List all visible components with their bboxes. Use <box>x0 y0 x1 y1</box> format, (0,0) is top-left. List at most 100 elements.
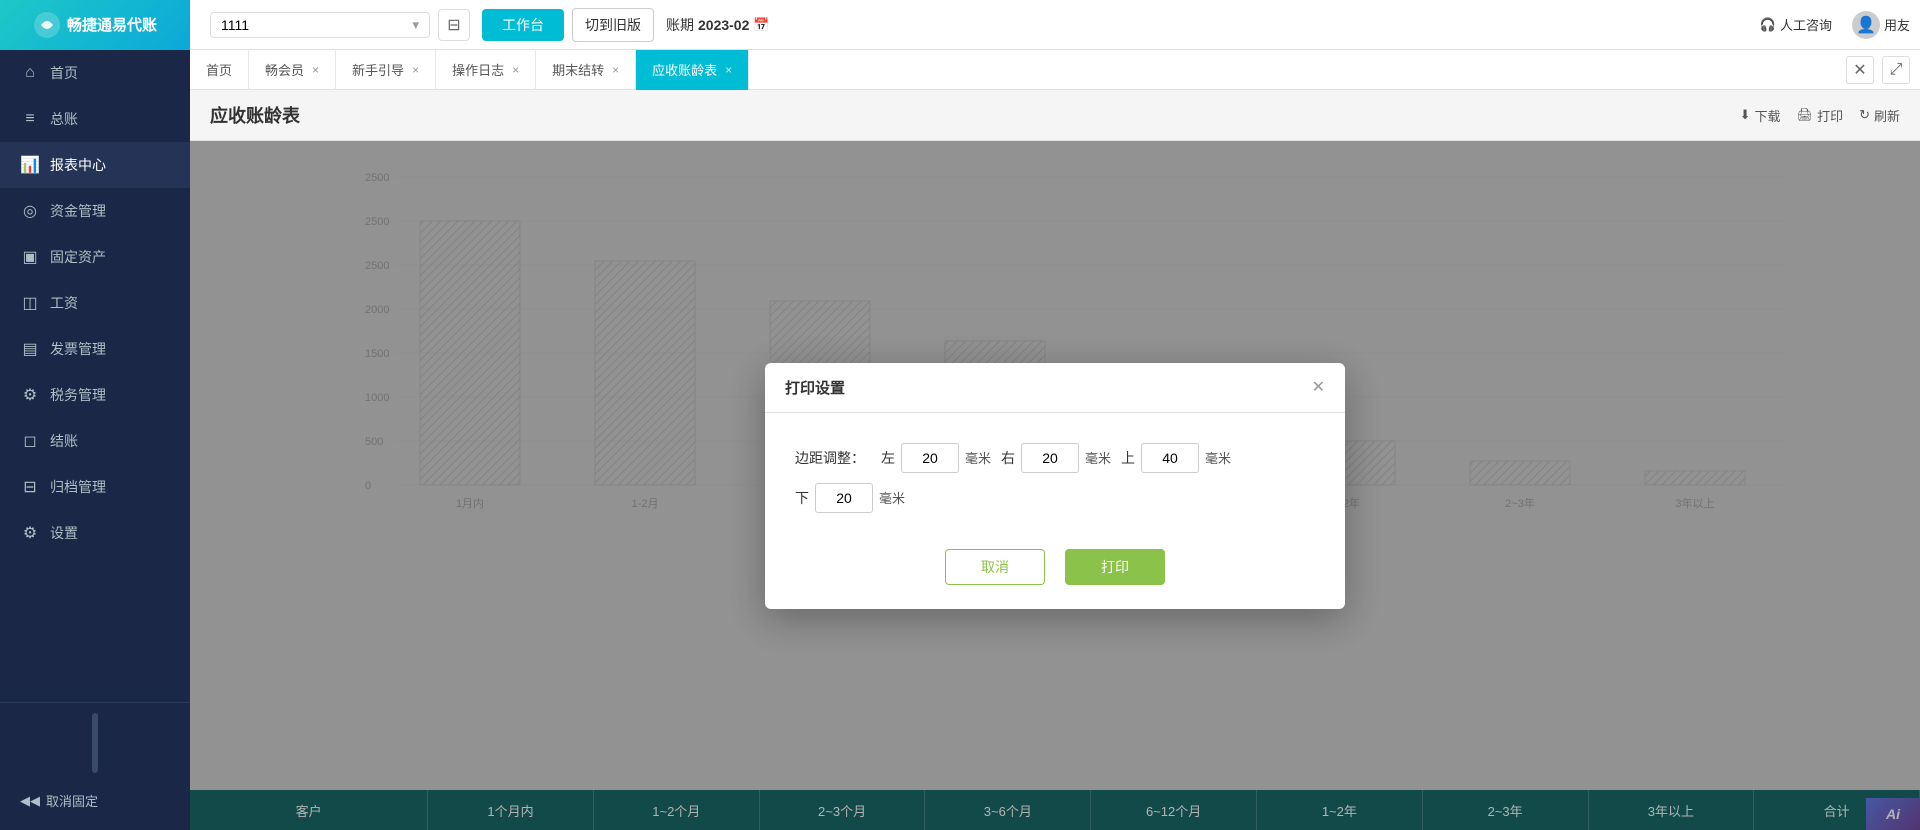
sidebar-item-closeout[interactable]: ◻ 结账 <box>0 418 190 464</box>
page-header: 应收账龄表 ⬇ 下载 🖨 打印 ↻ 刷新 <box>190 90 1920 141</box>
tab-close-membership[interactable]: × <box>312 63 319 77</box>
collapse-button[interactable]: ◀◀ 取消固定 <box>0 781 190 820</box>
left-direction-label: 左 <box>881 448 895 468</box>
sidebar-bottom: ◀◀ 取消固定 <box>0 702 190 830</box>
sidebar-item-home[interactable]: ⌂ 首页 <box>0 50 190 96</box>
refresh-label: 刷新 <box>1874 106 1900 125</box>
calendar-icon[interactable]: 📅 <box>753 17 769 33</box>
sidebar-label-reports: 报表中心 <box>50 155 106 175</box>
ledger-icon: ≡ <box>20 110 40 128</box>
salary-icon: ◫ <box>20 293 40 313</box>
download-action[interactable]: ⬇ 下载 <box>1740 106 1781 125</box>
tab-label-home: 首页 <box>206 60 232 79</box>
page-content: 2500 2500 2500 2000 1500 1000 500 0 <box>190 141 1920 830</box>
invoice-icon: ▤ <box>20 339 40 359</box>
print-action[interactable]: 🖨 打印 <box>1797 106 1844 125</box>
sidebar-label-closeout: 结账 <box>50 431 78 451</box>
cancel-button[interactable]: 取消 <box>945 549 1045 585</box>
refresh-icon: ↻ <box>1859 107 1870 123</box>
margin-bottom-group: 下 毫米 <box>795 483 905 513</box>
headset-icon: 🎧 <box>1760 17 1776 33</box>
sidebar-item-reports[interactable]: 📊 报表中心 <box>0 142 190 188</box>
top-margin-input[interactable] <box>1141 443 1199 473</box>
margin-left-group: 左 毫米 <box>881 443 991 473</box>
sidebar-label-funds: 资金管理 <box>50 201 106 221</box>
user-info[interactable]: 👤 用友 <box>1852 11 1910 39</box>
tax-icon: ⚙ <box>20 385 40 405</box>
right-margin-input[interactable] <box>1021 443 1079 473</box>
margin-top-group: 上 毫米 <box>1121 443 1231 473</box>
company-selector[interactable]: 1111 ▾ <box>210 12 430 38</box>
sidebar: ⌂ 首页 ≡ 总账 📊 报表中心 ◎ 资金管理 ▣ 固定资产 ◫ 工资 <box>0 50 190 830</box>
sidebar-item-invoice[interactable]: ▤ 发票管理 <box>0 326 190 372</box>
bottom-margin-input[interactable] <box>815 483 873 513</box>
confirm-print-button[interactable]: 打印 <box>1065 549 1165 585</box>
closeout-icon: ◻ <box>20 431 40 451</box>
bottom-unit-label: 毫米 <box>879 488 905 507</box>
collapse-icon: ◀◀ <box>20 793 40 809</box>
tab-home[interactable]: 首页 <box>190 50 249 90</box>
sidebar-label-settings: 设置 <box>50 523 78 543</box>
sidebar-item-ledger[interactable]: ≡ 总账 <box>0 96 190 142</box>
tab-bar: 首页 畅会员 × 新手引导 × 操作日志 × 期末结转 × 应收账龄表 × <box>190 50 1920 90</box>
avatar: 👤 <box>1852 11 1880 39</box>
settings-icon: ⚙ <box>20 523 40 543</box>
tab-ar-aging[interactable]: 应收账龄表 × <box>636 50 749 90</box>
switch-version-button[interactable]: 切到旧版 <box>572 8 654 42</box>
tab-operation-log[interactable]: 操作日志 × <box>436 50 536 90</box>
content-area: 首页 畅会员 × 新手引导 × 操作日志 × 期末结转 × 应收账龄表 × <box>190 50 1920 830</box>
tab-label-ar-aging: 应收账龄表 <box>652 60 717 79</box>
funds-icon: ◎ <box>20 201 40 221</box>
download-label: 下载 <box>1755 106 1781 125</box>
modal-close-button[interactable]: ✕ <box>1312 377 1325 397</box>
tab-close-operation-log[interactable]: × <box>512 63 519 77</box>
copy-button[interactable]: ⊟ <box>438 9 470 41</box>
sidebar-item-settings[interactable]: ⚙ 设置 <box>0 510 190 556</box>
tab-membership[interactable]: 畅会员 × <box>249 50 336 90</box>
print-label: 打印 <box>1817 106 1843 125</box>
tab-close-period-transfer[interactable]: × <box>612 63 619 77</box>
page-title: 应收账龄表 <box>210 102 300 128</box>
user-name: 用友 <box>1884 15 1910 34</box>
tab-maximize-button[interactable]: ⤢ <box>1882 56 1910 84</box>
sidebar-item-funds[interactable]: ◎ 资金管理 <box>0 188 190 234</box>
print-settings-modal: 打印设置 ✕ 边距调整： 左 毫米 右 <box>765 363 1345 609</box>
workbench-button[interactable]: 工作台 <box>482 9 564 41</box>
logo-area: 畅捷通易代账 <box>0 0 190 50</box>
tab-close-guide[interactable]: × <box>412 63 419 77</box>
sidebar-scroll: ⌂ 首页 ≡ 总账 📊 报表中心 ◎ 资金管理 ▣ 固定资产 ◫ 工资 <box>0 50 190 702</box>
collapse-label: 取消固定 <box>46 791 98 810</box>
home-icon: ⌂ <box>20 64 40 82</box>
refresh-action[interactable]: ↻ 刷新 <box>1859 106 1900 125</box>
sidebar-item-archive[interactable]: ⊟ 归档管理 <box>0 464 190 510</box>
right-unit-label: 毫米 <box>1085 448 1111 467</box>
archive-icon: ⊟ <box>20 477 40 497</box>
right-direction-label: 右 <box>1001 448 1015 468</box>
sidebar-item-assets[interactable]: ▣ 固定资产 <box>0 234 190 280</box>
left-margin-input[interactable] <box>901 443 959 473</box>
modal-header: 打印设置 ✕ <box>765 363 1345 413</box>
margin-row: 边距调整： 左 毫米 右 毫米 <box>795 443 1315 513</box>
header-right: 🎧 人工咨询 👤 用友 <box>1760 11 1910 39</box>
human-consult[interactable]: 🎧 人工咨询 <box>1760 15 1832 34</box>
left-unit-label: 毫米 <box>965 448 991 467</box>
sidebar-label-home: 首页 <box>50 63 78 83</box>
sidebar-label-salary: 工资 <box>50 293 78 313</box>
tab-period-transfer[interactable]: 期末结转 × <box>536 50 636 90</box>
sidebar-label-assets: 固定资产 <box>50 247 106 267</box>
top-unit-label: 毫米 <box>1205 448 1231 467</box>
margin-right-group: 右 毫米 <box>1001 443 1111 473</box>
reports-icon: 📊 <box>20 155 40 175</box>
tab-label-operation-log: 操作日志 <box>452 60 504 79</box>
period-value: 2023-02 <box>698 17 749 33</box>
bottom-direction-label: 下 <box>795 488 809 508</box>
consult-label: 人工咨询 <box>1780 15 1832 34</box>
print-icon: 🖨 <box>1797 107 1814 123</box>
tab-close-ar-aging[interactable]: × <box>725 63 732 77</box>
tab-guide[interactable]: 新手引导 × <box>336 50 436 90</box>
top-direction-label: 上 <box>1121 448 1135 468</box>
sidebar-item-salary[interactable]: ◫ 工资 <box>0 280 190 326</box>
logo-text: 畅捷通易代账 <box>67 14 157 35</box>
sidebar-item-tax[interactable]: ⚙ 税务管理 <box>0 372 190 418</box>
tab-close-all-button[interactable]: ✕ <box>1846 56 1874 84</box>
